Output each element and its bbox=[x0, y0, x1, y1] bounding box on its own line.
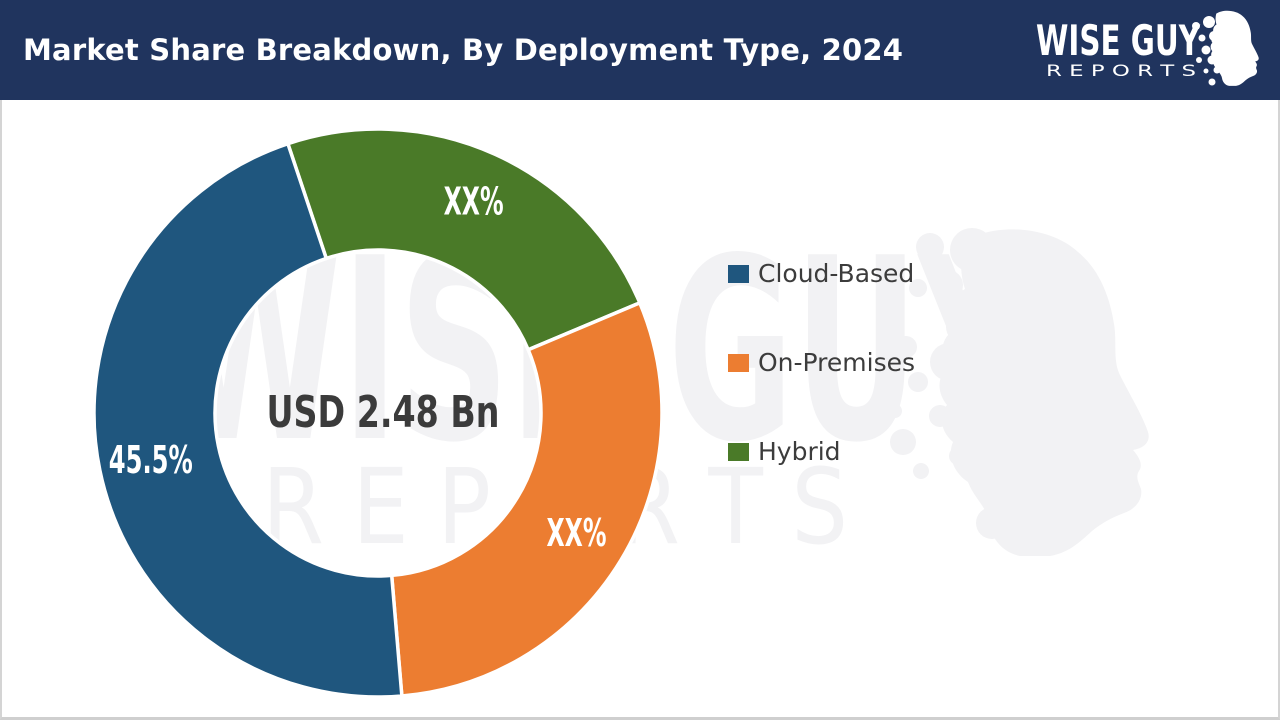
legend-label: Cloud-Based bbox=[758, 259, 915, 288]
legend-item-cloud-based: Cloud-Based bbox=[728, 260, 915, 288]
donut-chart: WISE GUY R E P O R T S XX%XX%45.5% USD 2… bbox=[92, 127, 1149, 699]
logo-subtext: R E P O R T S bbox=[1046, 61, 1196, 80]
segment-value-label: XX% bbox=[546, 511, 606, 555]
chart-legend: Cloud-Based On-Premises Hybrid bbox=[728, 260, 915, 527]
legend-swatch-hybrid bbox=[728, 443, 749, 461]
segment-value-label: XX% bbox=[444, 180, 504, 224]
legend-swatch-cloud-based bbox=[728, 265, 749, 283]
legend-label: On-Premises bbox=[758, 348, 916, 377]
page-title: Market Share Breakdown, By Deployment Ty… bbox=[23, 33, 904, 67]
header-bar: Market Share Breakdown, By Deployment Ty… bbox=[0, 0, 1280, 100]
face-profile-watermark bbox=[939, 229, 1149, 556]
logo-wordmark: WISE GUY bbox=[1036, 16, 1200, 65]
legend-label: Hybrid bbox=[758, 437, 841, 466]
logo-face-icon bbox=[1210, 10, 1259, 86]
segment-value-label: 45.5% bbox=[109, 438, 193, 482]
wise-guy-logo: WISE GUY R E P O R T S bbox=[1036, 10, 1259, 86]
legend-item-on-premises: On-Premises bbox=[728, 349, 915, 377]
report-card: WISE GUY R E P O R T S XX% XX% 45.5% USD 2… bbox=[0, 0, 1280, 720]
legend-swatch-on-premises bbox=[728, 354, 749, 372]
legend-item-hybrid: Hybrid bbox=[728, 438, 915, 466]
donut-center-value: USD 2.48 Bn bbox=[267, 387, 500, 438]
